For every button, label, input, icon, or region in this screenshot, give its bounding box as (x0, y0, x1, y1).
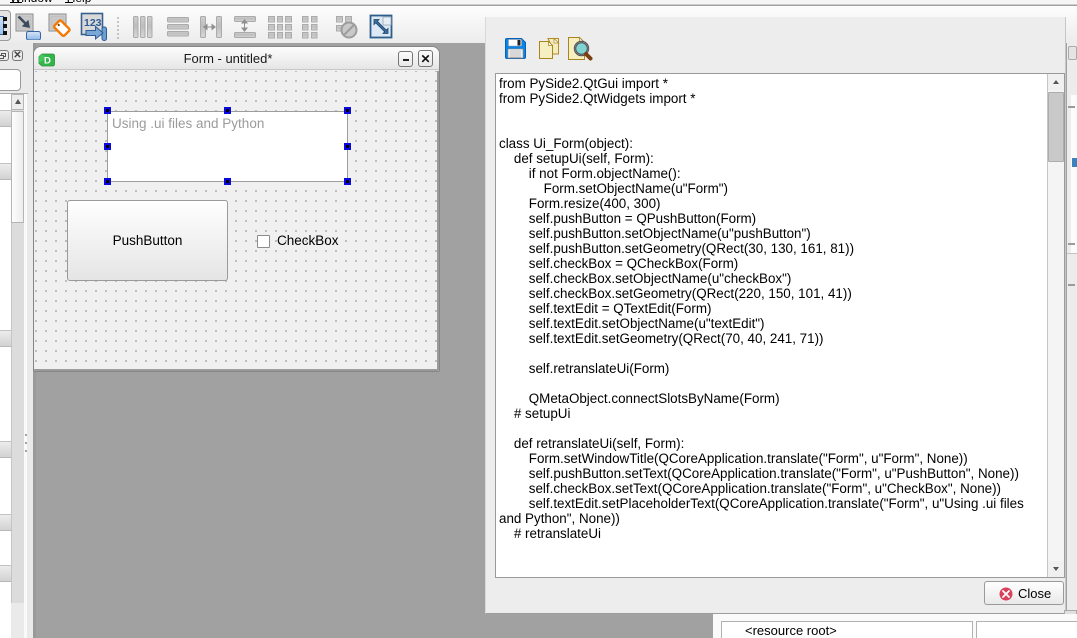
svg-text:D: D (44, 56, 51, 67)
svg-text:123: 123 (84, 17, 102, 29)
